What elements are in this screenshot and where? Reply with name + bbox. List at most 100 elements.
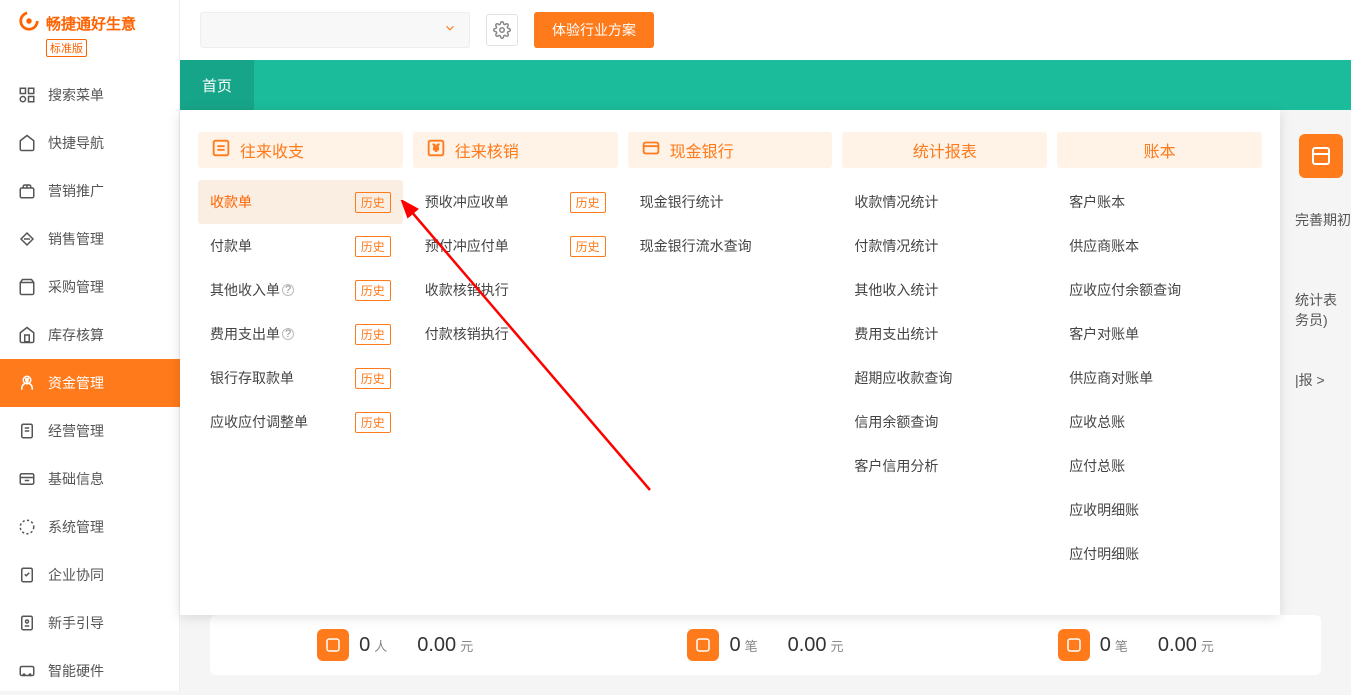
mega-item[interactable]: 客户对账单 [1057, 312, 1262, 356]
sidebar-item-5[interactable]: 库存核算 [0, 311, 180, 359]
sidebar-item-7[interactable]: 经营管理 [0, 407, 180, 455]
mega-col-0: 往来收支收款单历史付款单历史其他收入单?历史费用支出单?历史银行存取款单历史应收… [198, 132, 403, 576]
mega-item[interactable]: 应收明细账 [1057, 488, 1262, 532]
mega-item[interactable]: 现金银行流水查询 [628, 224, 833, 268]
nav-icon [18, 134, 36, 152]
logo-block: 畅捷通好生意 标准版 [0, 0, 180, 63]
topbar: 体验行业方案 [180, 0, 1351, 60]
sidebar-item-11[interactable]: 新手引导 [0, 599, 180, 647]
mega-item[interactable]: 收款情况统计 [842, 180, 1047, 224]
mega-item[interactable]: 超期应收款查询 [842, 356, 1047, 400]
stat-count: 0 [359, 634, 370, 657]
mega-col-1: ¥往来核销预收冲应收单历史预付冲应付单历史收款核销执行付款核销执行 [413, 132, 618, 576]
sidebar-item-9[interactable]: 系统管理 [0, 503, 180, 551]
mega-item[interactable]: 其他收入统计 [842, 268, 1047, 312]
mega-col-header: 往来收支 [198, 132, 403, 168]
mega-item[interactable]: 供应商账本 [1057, 224, 1262, 268]
mega-item[interactable]: 预付冲应付单 历史 [413, 224, 618, 268]
mega-menu: 往来收支收款单历史付款单历史其他收入单?历史费用支出单?历史银行存取款单历史应收… [180, 110, 1280, 615]
mega-item[interactable]: 收款核销执行 [413, 268, 618, 312]
history-tag[interactable]: 历史 [355, 280, 391, 301]
mega-item[interactable]: 费用支出单?历史 [198, 312, 403, 356]
sidebar: 畅捷通好生意 标准版 搜索菜单快捷导航营销推广销售管理采购管理库存核算 ¥资金管理… [0, 0, 180, 691]
tab-home[interactable]: 首页 [180, 60, 254, 110]
mega-col-3: 统计报表收款情况统计付款情况统计其他收入统计费用支出统计超期应收款查询信用余额查… [842, 132, 1047, 576]
mega-item[interactable]: 应付明细账 [1057, 532, 1262, 576]
mega-item-label: 应付总账 [1069, 456, 1125, 476]
nav-icon: ¥ [18, 374, 36, 392]
sidebar-item-4[interactable]: 采购管理 [0, 263, 180, 311]
side-widget-icon[interactable] [1299, 134, 1343, 178]
mega-item-label: 应收明细账 [1069, 500, 1139, 520]
history-tag[interactable]: 历史 [570, 192, 606, 213]
mega-item[interactable]: 付款情况统计 [842, 224, 1047, 268]
mega-item[interactable]: 现金银行统计 [628, 180, 833, 224]
stat-value: 0.00 [788, 634, 827, 657]
nav-icon [18, 182, 36, 200]
mega-item[interactable]: 应付总账 [1057, 444, 1262, 488]
sidebar-item-2[interactable]: 营销推广 [0, 167, 180, 215]
nav-icon [18, 422, 36, 440]
mega-item[interactable]: 收款单历史 [198, 180, 403, 224]
mega-item-label: 客户对账单 [1069, 324, 1139, 344]
mega-item[interactable]: 应收应付调整单 历史 [198, 400, 403, 444]
history-tag[interactable]: 历史 [355, 236, 391, 257]
sidebar-item-6[interactable]: ¥资金管理 [0, 359, 180, 407]
col-title: 统计报表 [913, 138, 977, 162]
mega-item[interactable]: 客户账本 [1057, 180, 1262, 224]
mega-item-label: 现金银行统计 [640, 192, 724, 212]
logo-icon [18, 10, 40, 37]
mega-item[interactable]: 应收总账 [1057, 400, 1262, 444]
sidebar-item-0[interactable]: 搜索菜单 [0, 71, 180, 119]
mega-item[interactable]: 供应商对账单 [1057, 356, 1262, 400]
nav-label: 库存核算 [48, 325, 104, 345]
nav-icon [18, 614, 36, 632]
mega-col-2: 现金银行现金银行统计现金银行流水查询 [628, 132, 833, 576]
mega-item-label: 付款单 [210, 236, 252, 256]
mega-item[interactable]: 信用余额查询 [842, 400, 1047, 444]
help-icon[interactable]: ? [282, 284, 294, 296]
mega-item[interactable]: 客户信用分析 [842, 444, 1047, 488]
hint-line: 完善期初 [1295, 210, 1351, 230]
history-tag[interactable]: 历史 [355, 368, 391, 389]
mega-item-label: 应收总账 [1069, 412, 1125, 432]
sidebar-item-8[interactable]: 基础信息 [0, 455, 180, 503]
nav-label: 搜索菜单 [48, 85, 104, 105]
history-tag[interactable]: 历史 [355, 324, 391, 345]
sidebar-item-10[interactable]: 企业协同 [0, 551, 180, 599]
mega-col-header: ¥往来核销 [413, 132, 618, 168]
help-icon[interactable]: ? [282, 328, 294, 340]
company-selector[interactable] [200, 12, 470, 48]
mega-item-label: 费用支出统计 [854, 324, 938, 344]
nav-label: 企业协同 [48, 565, 104, 585]
experience-button[interactable]: 体验行业方案 [534, 12, 654, 48]
tab-bar: 首页 [180, 60, 1351, 110]
mega-item-label: 预收冲应收单 [425, 192, 509, 212]
mega-item[interactable]: 其他收入单?历史 [198, 268, 403, 312]
svg-text:¥: ¥ [26, 378, 29, 383]
mega-item[interactable]: 付款核销执行 [413, 312, 618, 356]
sidebar-item-1[interactable]: 快捷导航 [0, 119, 180, 167]
nav-icon [18, 566, 36, 584]
nav-label: 经营管理 [48, 421, 104, 441]
mega-col-header: 统计报表 [842, 132, 1047, 168]
brand-name: 畅捷通好生意 [46, 13, 136, 34]
nav-icon [18, 470, 36, 488]
nav-list: 搜索菜单快捷导航营销推广销售管理采购管理库存核算 ¥资金管理经营管理基础信息系统管… [0, 71, 180, 695]
mega-item-label: 收款核销执行 [425, 280, 509, 300]
mega-item[interactable]: 付款单 历史 [198, 224, 403, 268]
history-tag[interactable]: 历史 [570, 236, 606, 257]
mega-item[interactable]: 应收应付余额查询 [1057, 268, 1262, 312]
mega-item-label: 应收应付调整单 [210, 412, 308, 432]
sidebar-item-12[interactable]: 智能硬件 [0, 647, 180, 695]
mega-item[interactable]: 预收冲应收单 历史 [413, 180, 618, 224]
settings-button[interactable] [486, 14, 518, 46]
hint-line: 务员) [1295, 310, 1351, 330]
history-tag[interactable]: 历史 [355, 192, 391, 213]
sidebar-item-3[interactable]: 销售管理 [0, 215, 180, 263]
mega-item-label: 预付冲应付单 [425, 236, 509, 256]
history-tag[interactable]: 历史 [355, 412, 391, 433]
stat-value: 0.00 [417, 634, 456, 657]
mega-item[interactable]: 银行存取款单历史 [198, 356, 403, 400]
mega-item[interactable]: 费用支出统计 [842, 312, 1047, 356]
